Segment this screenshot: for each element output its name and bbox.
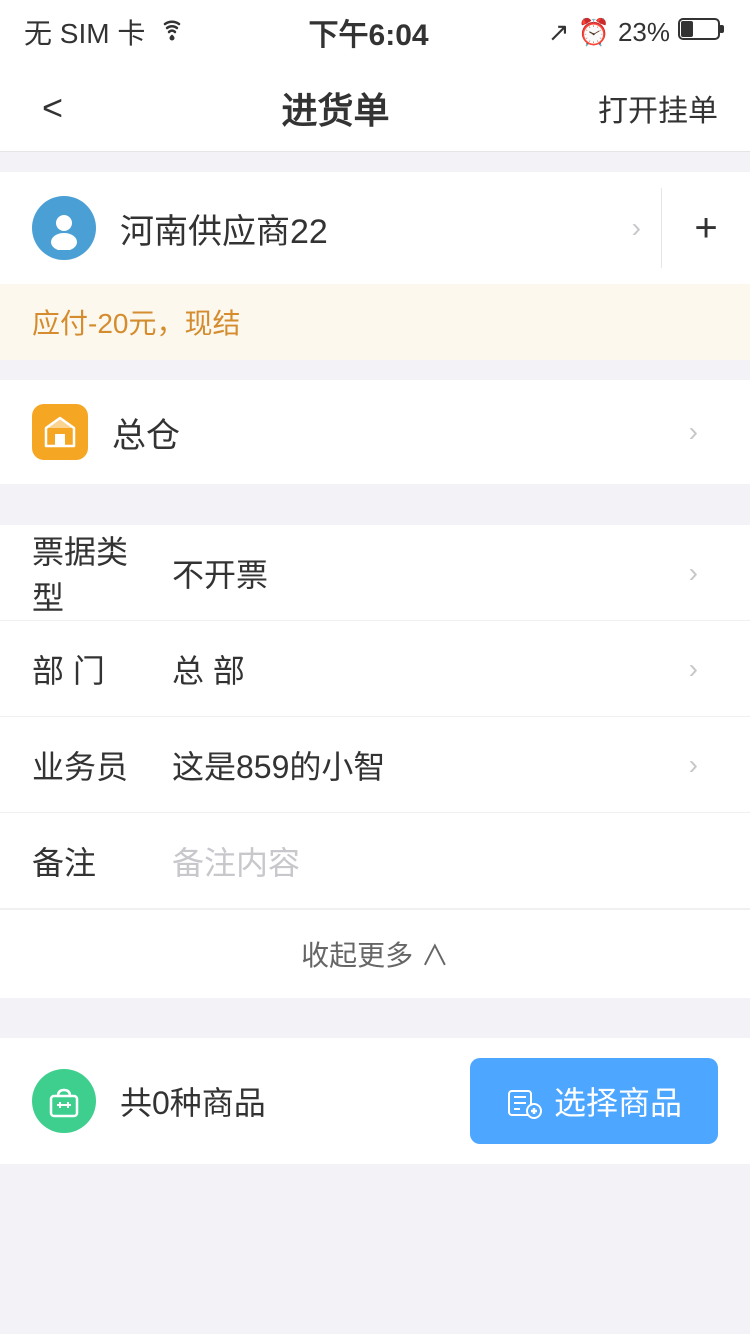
department-row[interactable]: 部 门 总 部 › bbox=[0, 621, 750, 717]
location-icon: ↗ bbox=[548, 17, 570, 48]
supplier-section: 河南供应商22 › + bbox=[0, 172, 750, 284]
warehouse-name: 总仓 bbox=[112, 408, 669, 457]
battery-label: 23% bbox=[618, 17, 670, 48]
supplier-name: 河南供应商22 bbox=[120, 204, 612, 253]
salesperson-row[interactable]: 业务员 这是859的小智 › bbox=[0, 717, 750, 813]
salesperson-value: 这是859的小智 bbox=[152, 742, 669, 788]
status-time: 下午6:04 bbox=[309, 10, 429, 54]
form-section: 票据类型 不开票 › 部 门 总 部 › 业务员 这是859的小智 › 备注 备… bbox=[0, 525, 750, 998]
remark-row[interactable]: 备注 备注内容 bbox=[0, 813, 750, 909]
warehouse-row[interactable]: 总仓 › bbox=[0, 380, 750, 485]
select-product-button[interactable]: 选择商品 bbox=[470, 1058, 718, 1144]
status-right: ↗ ⏰ 23% bbox=[548, 16, 726, 49]
notice-banner: 应付-20元，现结 bbox=[0, 284, 750, 360]
section-gap-4 bbox=[0, 998, 750, 1018]
collapse-label: 收起更多 ∧ bbox=[301, 934, 449, 974]
remark-label: 备注 bbox=[32, 838, 152, 884]
salesperson-label: 业务员 bbox=[32, 742, 152, 788]
invoice-type-value: 不开票 bbox=[152, 550, 669, 596]
select-product-label: 选择商品 bbox=[554, 1078, 682, 1124]
section-gap-2 bbox=[0, 360, 750, 380]
invoice-type-row[interactable]: 票据类型 不开票 › bbox=[0, 525, 750, 621]
department-value: 总 部 bbox=[152, 646, 669, 692]
wifi-icon bbox=[155, 16, 189, 49]
open-pending-button[interactable]: 打开挂单 bbox=[598, 86, 718, 130]
section-gap-3 bbox=[0, 485, 750, 505]
invoice-type-label: 票据类型 bbox=[32, 527, 152, 619]
nav-bar: < 进货单 打开挂单 bbox=[0, 64, 750, 152]
salesperson-chevron-icon: › bbox=[669, 749, 718, 781]
alarm-icon: ⏰ bbox=[578, 17, 610, 48]
warehouse-icon bbox=[32, 404, 88, 460]
remark-input[interactable]: 备注内容 bbox=[152, 838, 718, 884]
supplier-row[interactable]: 河南供应商22 › bbox=[0, 172, 661, 284]
back-button[interactable]: < bbox=[32, 77, 73, 139]
sim-label: 无 SIM 卡 bbox=[24, 12, 145, 52]
warehouse-chevron-icon: › bbox=[669, 416, 718, 448]
supplier-chevron-icon: › bbox=[612, 212, 661, 244]
collapse-button[interactable]: 收起更多 ∧ bbox=[0, 909, 750, 998]
page-title: 进货单 bbox=[282, 82, 390, 134]
department-chevron-icon: › bbox=[669, 653, 718, 685]
product-count: 共0种商品 bbox=[120, 1078, 446, 1124]
invoice-type-chevron-icon: › bbox=[669, 557, 718, 589]
supplier-avatar bbox=[32, 196, 96, 260]
add-supplier-button[interactable]: + bbox=[662, 172, 750, 284]
product-icon bbox=[32, 1069, 96, 1133]
department-label: 部 门 bbox=[32, 646, 152, 692]
section-gap-1 bbox=[0, 152, 750, 172]
bottom-bar: 共0种商品 选择商品 bbox=[0, 1038, 750, 1164]
battery-icon bbox=[678, 16, 726, 49]
notice-text: 应付-20元，现结 bbox=[32, 308, 240, 339]
status-left: 无 SIM 卡 bbox=[24, 12, 189, 52]
status-bar: 无 SIM 卡 下午6:04 ↗ ⏰ 23% bbox=[0, 0, 750, 64]
